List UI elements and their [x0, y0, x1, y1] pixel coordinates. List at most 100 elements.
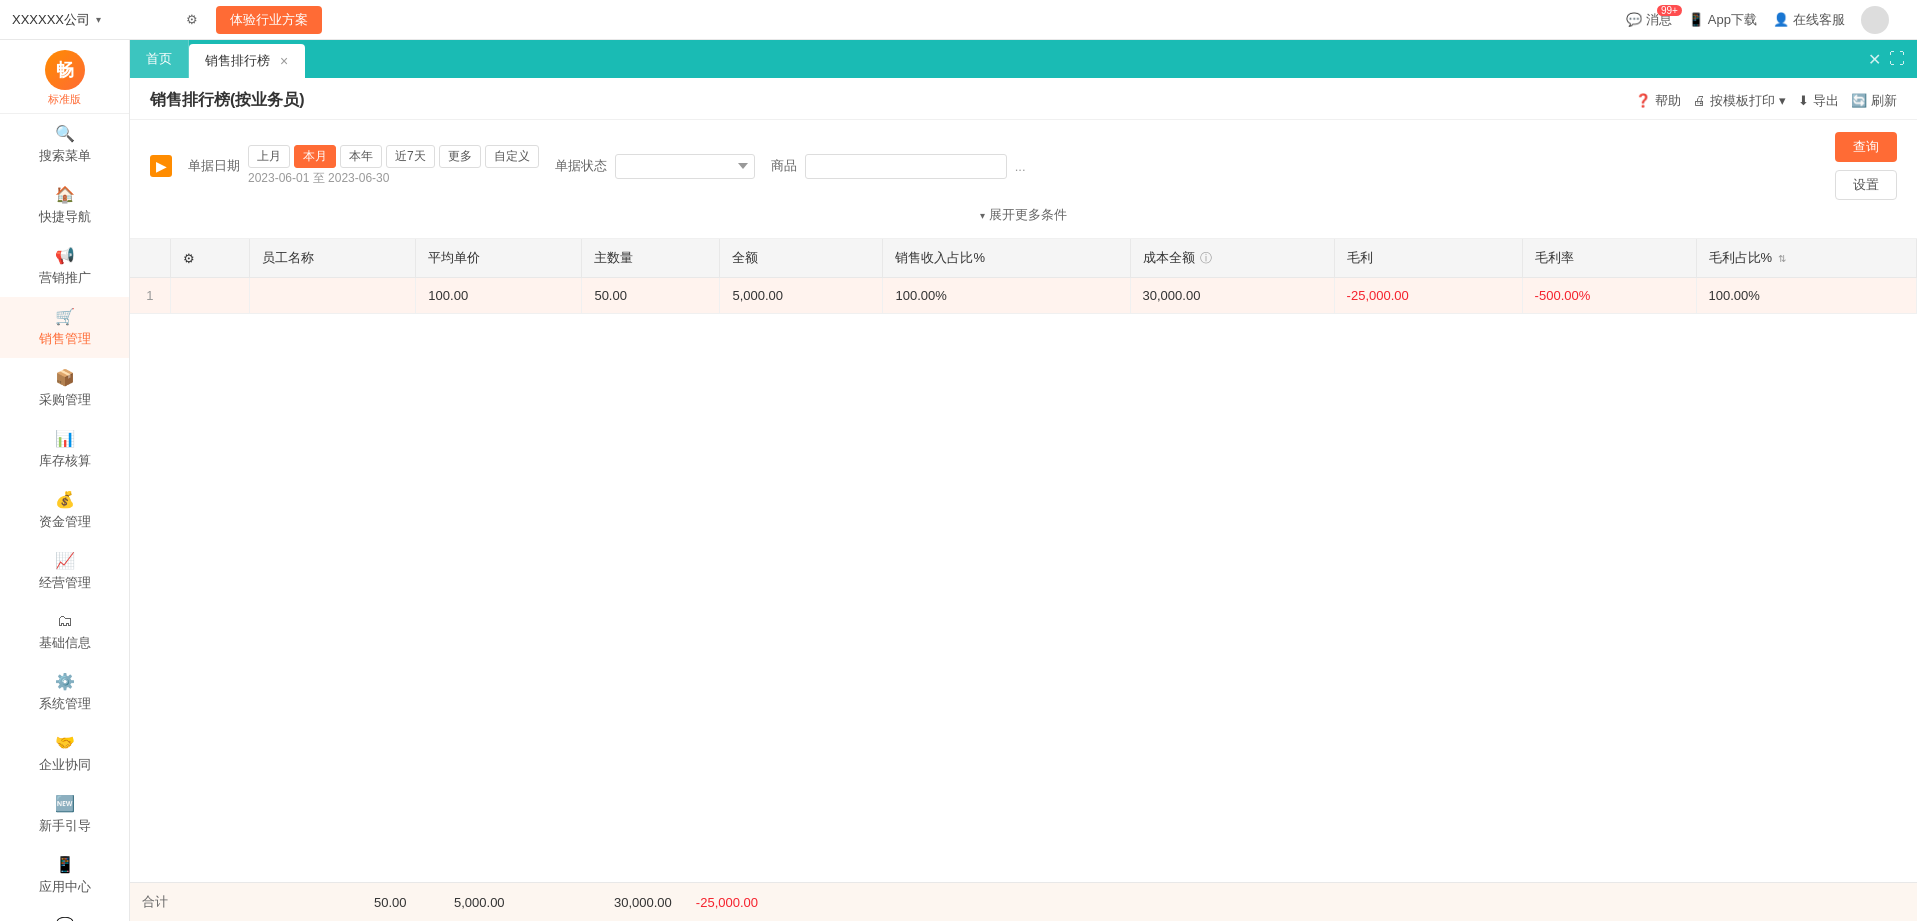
close-window-icon[interactable]: ✕: [1868, 50, 1881, 69]
row-profit: -25,000.00: [1334, 278, 1522, 314]
expand-chevron-icon: ▾: [980, 210, 985, 221]
sidebar-item-label: 库存核算: [39, 452, 91, 470]
header-settings-icon[interactable]: ⚙: [178, 6, 206, 34]
sidebar-item-label: 搜索菜单: [39, 147, 91, 165]
row-sales-pct: 100.00%: [883, 278, 1130, 314]
export-button[interactable]: ⬇ 导出: [1798, 92, 1839, 110]
filter-row-main: ▶ 单据日期 上月 本月 本年 近7天 更多 自定义: [150, 132, 1897, 200]
tab-home-label: 首页: [146, 50, 172, 68]
sidebar-item-guide[interactable]: 🆕 新手引导: [0, 784, 129, 845]
sidebar-item-inventory[interactable]: 📊 库存核算: [0, 419, 129, 480]
logo-text: 标准版: [48, 92, 81, 107]
help-button[interactable]: ❓ 帮助: [1635, 92, 1681, 110]
app-download-item[interactable]: 📱 App下载: [1688, 11, 1757, 29]
logo-icon: 畅: [45, 50, 85, 90]
sidebar-item-wechat[interactable]: 💬 企业微信: [0, 906, 129, 921]
sidebar-item-system[interactable]: ⚙️ 系统管理: [0, 662, 129, 723]
expand-more-btn[interactable]: ▾ 展开更多条件: [150, 200, 1897, 226]
row-amount: 5,000.00: [720, 278, 883, 314]
profit-pct-sort-icon[interactable]: ⇅: [1778, 253, 1786, 264]
template-print-button[interactable]: 🖨 按模板打印 ▾: [1693, 92, 1786, 110]
quick-search-arrow[interactable]: ▶: [150, 155, 172, 177]
sidebar-item-search[interactable]: 🔍 搜索菜单: [0, 114, 129, 175]
message-icon: 💬: [1626, 12, 1642, 27]
sidebar-item-ops[interactable]: 📈 经营管理: [0, 541, 129, 602]
sales-icon: 🛒: [55, 307, 75, 326]
settings-button[interactable]: 设置: [1835, 170, 1897, 200]
company-name: XXXXXX公司: [12, 11, 90, 29]
page-content: 销售排行榜(按业务员) ❓ 帮助 🖨 按模板打印 ▾ ⬇ 导出: [130, 78, 1917, 921]
sidebar-item-label: 企业协同: [39, 756, 91, 774]
message-icon-item[interactable]: 💬 消息 99+: [1626, 11, 1672, 29]
col-sales-pct: 销售收入占比%: [883, 239, 1130, 278]
col-qty: 主数量: [582, 239, 720, 278]
this-month-btn[interactable]: 本月: [294, 145, 336, 168]
enterprise-icon: 🤝: [55, 733, 75, 752]
guide-icon: 🆕: [55, 794, 75, 813]
footer-label: 合计: [142, 893, 202, 911]
col-gear[interactable]: ⚙: [170, 239, 250, 278]
table-row: 1 100.00 50.00 5,000.00 100.00% 30,000.0…: [130, 278, 1917, 314]
status-select[interactable]: [615, 154, 755, 179]
page-header: 销售排行榜(按业务员) ❓ 帮助 🖨 按模板打印 ▾ ⬇ 导出: [130, 78, 1917, 120]
sidebar-item-apps[interactable]: 📱 应用中心: [0, 845, 129, 906]
tab-home[interactable]: 首页: [130, 40, 189, 78]
sidebar-item-marketing[interactable]: 📢 营销推广: [0, 236, 129, 297]
company-selector[interactable]: XXXXXX公司 ▾: [12, 11, 172, 29]
query-button[interactable]: 查询: [1835, 132, 1897, 162]
help-label: 帮助: [1655, 92, 1681, 110]
col-cost: 成本全额 ⓘ: [1130, 239, 1334, 278]
sidebar-item-label: 经营管理: [39, 574, 91, 592]
sidebar-item-shortcut[interactable]: 🏠 快捷导航: [0, 175, 129, 236]
col-amount: 全额: [720, 239, 883, 278]
col-profit-rate: 毛利率: [1522, 239, 1696, 278]
avatar[interactable]: [1861, 6, 1889, 34]
tab-close-icon[interactable]: ×: [280, 53, 288, 69]
more-date-btn[interactable]: 更多: [439, 145, 481, 168]
refresh-button[interactable]: 🔄 刷新: [1851, 92, 1897, 110]
search-icon: 🔍: [55, 124, 75, 143]
sidebar-item-sales[interactable]: 🛒 销售管理: [0, 297, 129, 358]
maximize-window-icon[interactable]: ⛶: [1889, 50, 1905, 68]
this-year-btn[interactable]: 本年: [340, 145, 382, 168]
row-index: 1: [130, 278, 170, 314]
sidebar-item-label: 基础信息: [39, 634, 91, 652]
sidebar-logo: 畅 标准版: [0, 40, 129, 114]
sidebar-item-base[interactable]: 🗂 基础信息: [0, 602, 129, 662]
data-table: ⚙ 员工名称 平均单价 主数量 全额: [130, 239, 1917, 314]
seven-days-btn[interactable]: 近7天: [386, 145, 435, 168]
app-download-label: App下载: [1708, 11, 1757, 29]
main-content: 首页 销售排行榜 × ✕ ⛶ 销售排行榜(按业务员) ❓ 帮助: [130, 40, 1917, 921]
row-qty: 50.00: [582, 278, 720, 314]
print-chevron-icon: ▾: [1779, 93, 1786, 108]
sidebar-item-finance[interactable]: 💰 资金管理: [0, 480, 129, 541]
cost-info-icon[interactable]: ⓘ: [1200, 251, 1212, 265]
marketing-icon: 📢: [55, 246, 75, 265]
page-title: 销售排行榜(按业务员): [150, 90, 305, 111]
date-range-display: 2023-06-01 至 2023-06-30: [248, 170, 539, 187]
sidebar-item-label: 新手引导: [39, 817, 91, 835]
sidebar-item-purchase[interactable]: 📦 采购管理: [0, 358, 129, 419]
sidebar-item-enterprise[interactable]: 🤝 企业协同: [0, 723, 129, 784]
filter-date-section: 上月 本月 本年 近7天 更多 自定义 2023-06-01 至 2023-06…: [248, 145, 539, 187]
trial-button[interactable]: 体验行业方案: [216, 6, 322, 34]
more-filter-icon[interactable]: ...: [1015, 159, 1026, 174]
tab-sales-rank-label: 销售排行榜: [205, 52, 270, 70]
header-right: 💬 消息 99+ 📱 App下载 👤 在线客服: [1626, 6, 1905, 34]
row-cost: 30,000.00: [1130, 278, 1334, 314]
online-service-item[interactable]: 👤 在线客服: [1773, 11, 1845, 29]
table-area: ⚙ 员工名称 平均单价 主数量 全额: [130, 239, 1917, 882]
home-icon: 🏠: [55, 185, 75, 204]
system-icon: ⚙️: [55, 672, 75, 691]
inventory-icon: 📊: [55, 429, 75, 448]
row-actions: [170, 278, 250, 314]
goods-input[interactable]: [805, 154, 1007, 179]
custom-date-btn[interactable]: 自定义: [485, 145, 539, 168]
wechat-icon: 💬: [55, 916, 75, 921]
tab-sales-rank[interactable]: 销售排行榜 ×: [189, 44, 305, 78]
sidebar-item-label: 资金管理: [39, 513, 91, 531]
page-actions: ❓ 帮助 🖨 按模板打印 ▾ ⬇ 导出 🔄 刷新: [1635, 92, 1897, 110]
online-service-label: 在线客服: [1793, 11, 1845, 29]
last-month-btn[interactable]: 上月: [248, 145, 290, 168]
row-name: [250, 278, 416, 314]
